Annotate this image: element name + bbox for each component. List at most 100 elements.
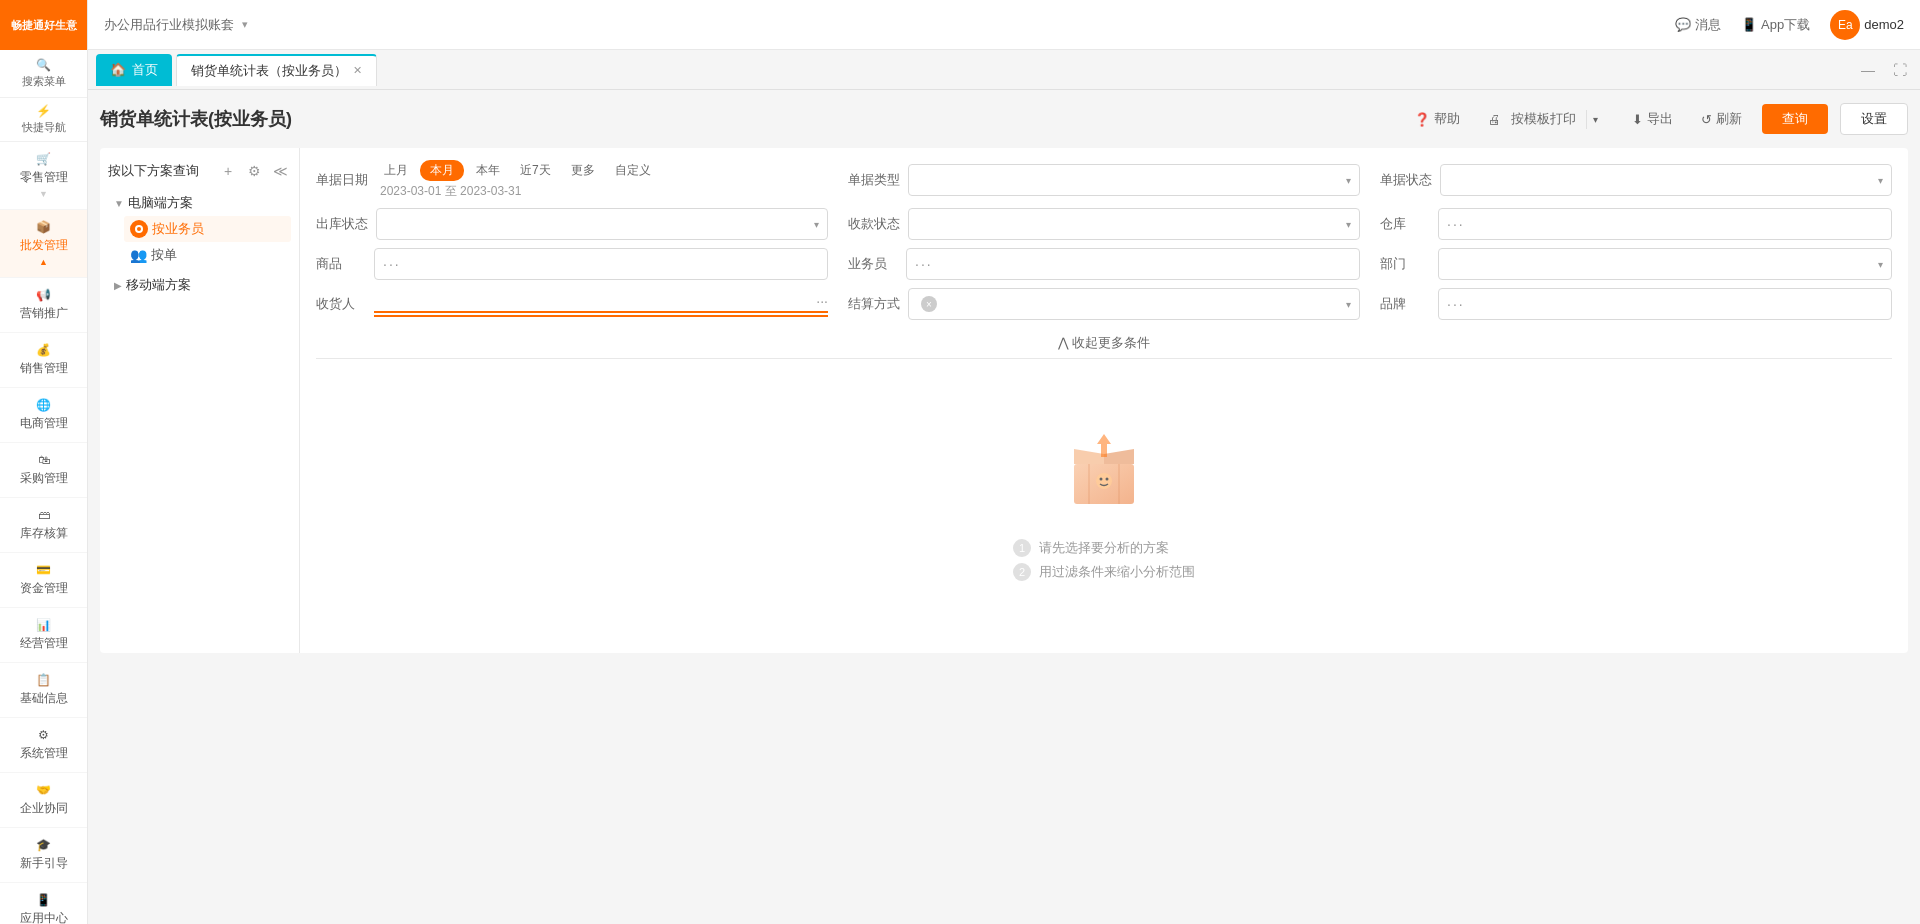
sidebar-quick-nav[interactable]: ⚡ 快捷导航 (0, 98, 87, 142)
settle-tag-close[interactable]: × (921, 296, 937, 312)
sidebar-item-app-center[interactable]: 📱 应用中心 (0, 883, 87, 924)
topbar: 办公用品行业模拟账套 ▾ 💬 消息 📱 App下载 Ea demo2 (88, 0, 1920, 50)
scheme-order[interactable]: 👥 按单 (124, 242, 291, 268)
avatar: Ea (1830, 10, 1860, 40)
message-button[interactable]: 💬 消息 (1675, 16, 1721, 34)
sidebar-item-basic-info[interactable]: 📋 基础信息 (0, 663, 87, 718)
page-actions: ❓ 帮助 🖨 按模板打印 ▾ ⬇ 导出 ↺ 刷新 查询 设置 (1406, 102, 1908, 136)
settings-button[interactable]: 设置 (1840, 103, 1908, 135)
date-tab-custom[interactable]: 自定义 (607, 160, 659, 181)
help-button[interactable]: ❓ 帮助 (1406, 106, 1468, 132)
empty-step-1: 1 请先选择要分析的方案 (1013, 539, 1195, 557)
retail-icon: 🛒 (36, 152, 51, 166)
empty-state-icon (1054, 419, 1154, 519)
date-tab-this-year[interactable]: 本年 (468, 160, 508, 181)
app-logo: 畅捷通好生意 (0, 0, 87, 50)
sidebar-item-operations[interactable]: 📊 经营管理 (0, 608, 87, 663)
out-status-control[interactable]: ▾ (376, 208, 828, 240)
purchase-icon: 🛍 (38, 453, 50, 467)
sidebar-item-ecommerce[interactable]: 🌐 电商管理 (0, 388, 87, 443)
sidebar-item-purchase[interactable]: 🛍 采购管理 (0, 443, 87, 498)
date-tabs: 上月 本月 本年 近7天 更多 自定义 (376, 160, 828, 181)
filter-panel: 单据日期 上月 本月 本年 近7天 更多 自定义 2023-03-01 至 20… (300, 148, 1908, 653)
settle-filter-row: 结算方式 × ▾ (848, 288, 1360, 320)
settle-chevron: ▾ (1346, 299, 1351, 310)
out-status-chevron: ▾ (814, 219, 819, 230)
tab-home[interactable]: 🏠 首页 (96, 54, 172, 86)
goods-filter-row: 商品 ··· (316, 248, 828, 280)
message-icon: 💬 (1675, 17, 1691, 32)
sidebar-item-enterprise[interactable]: 🤝 企业协同 (0, 773, 87, 828)
doc-type-chevron: ▾ (1346, 175, 1351, 186)
brand-control[interactable]: ··· (1438, 288, 1892, 320)
sidebar-item-finance[interactable]: 💳 资金管理 (0, 553, 87, 608)
date-tab-last-month[interactable]: 上月 (376, 160, 416, 181)
sidebar-item-wholesale[interactable]: 📦 批发管理 ▲ (0, 210, 87, 278)
query-button[interactable]: 查询 (1762, 104, 1828, 134)
warehouse-control[interactable]: ··· (1438, 208, 1892, 240)
mobile-scheme-header[interactable]: ▶ 移动端方案 (108, 272, 291, 298)
refresh-icon: ↺ (1701, 112, 1712, 127)
export-button[interactable]: ⬇ 导出 (1624, 106, 1681, 132)
scheme-salesperson[interactable]: 按业务员 (124, 216, 291, 242)
app-download-button[interactable]: 📱 App下载 (1741, 16, 1810, 34)
workspace-title: 办公用品行业模拟账套 (104, 16, 234, 34)
print-icon: 🖨 (1488, 112, 1501, 127)
doc-status-control[interactable]: ▾ (1440, 164, 1892, 196)
svg-point-5 (1096, 473, 1112, 489)
pc-scheme-children: 按业务员 👥 按单 (108, 216, 291, 268)
date-tab-7days[interactable]: 近7天 (512, 160, 559, 181)
doc-type-control[interactable]: ▾ (908, 164, 1360, 196)
operations-icon: 📊 (36, 618, 51, 632)
sidebar-item-marketing[interactable]: 📢 营销推广 (0, 278, 87, 333)
refresh-button[interactable]: ↺ 刷新 (1693, 106, 1750, 132)
collapse-conditions-button[interactable]: ⋀ 收起更多条件 (316, 328, 1892, 358)
filter-row-1: 单据日期 上月 本月 本年 近7天 更多 自定义 2023-03-01 至 20… (316, 160, 1892, 200)
goods-control[interactable]: ··· (374, 248, 828, 280)
wholesale-icon: 📦 (36, 220, 51, 234)
print-button[interactable]: 🖨 按模板打印 ▾ (1480, 102, 1612, 136)
receiver-input[interactable] (374, 292, 828, 313)
sidebar-item-system[interactable]: ⚙ 系统管理 (0, 718, 87, 773)
sidebar-item-retail[interactable]: 🛒 零售管理 ▼ (0, 142, 87, 210)
tab-close-button[interactable]: ✕ (353, 64, 362, 77)
dept-chevron: ▾ (1878, 259, 1883, 270)
dept-control[interactable]: ▾ (1438, 248, 1892, 280)
tab-sales-stat[interactable]: 销货单统计表（按业务员） ✕ (176, 54, 377, 86)
collect-status-chevron: ▾ (1346, 219, 1351, 230)
step-2-number: 2 (1013, 563, 1031, 581)
sidebar-item-inventory[interactable]: 🗃 库存核算 (0, 498, 87, 553)
collect-status-control[interactable]: ▾ (908, 208, 1360, 240)
chevron-up-icon: ▲ (39, 257, 48, 267)
scheme-settings-button[interactable]: ⚙ (243, 160, 265, 182)
tab-fullscreen-button[interactable]: ⛶ (1888, 58, 1912, 82)
sidebar-search-menu[interactable]: 🔍 搜索菜单 (0, 50, 87, 98)
date-tab-more[interactable]: 更多 (563, 160, 603, 181)
receiver-filter-row: 收货人 ··· (316, 288, 828, 320)
ecommerce-icon: 🌐 (36, 398, 51, 412)
tab-minimize-button[interactable]: — (1856, 58, 1880, 82)
date-tab-this-month[interactable]: 本月 (420, 160, 464, 181)
panel-header: 按以下方案查询 + ⚙ ≪ (108, 160, 291, 182)
topbar-left: 办公用品行业模拟账套 ▾ (104, 16, 248, 34)
doc-status-chevron: ▾ (1878, 175, 1883, 186)
page-title: 销货单统计表(按业务员) (100, 107, 292, 131)
user-menu[interactable]: Ea demo2 (1830, 10, 1904, 40)
pc-scheme-header[interactable]: ▼ 电脑端方案 (108, 190, 291, 216)
sidebar-item-guide[interactable]: 🎓 新手引导 (0, 828, 87, 883)
settle-control[interactable]: × ▾ (908, 288, 1360, 320)
collapse-panel-button[interactable]: ≪ (269, 160, 291, 182)
sidebar: 畅捷通好生意 🔍 搜索菜单 ⚡ 快捷导航 🛒 零售管理 ▼ 📦 批发管理 ▲ 📢… (0, 0, 88, 924)
add-scheme-button[interactable]: + (217, 160, 239, 182)
workspace-dropdown[interactable]: ▾ (242, 18, 248, 31)
chevron-down-icon: ▼ (114, 198, 124, 209)
date-filter-row: 单据日期 上月 本月 本年 近7天 更多 自定义 2023-03-01 至 20… (316, 160, 828, 200)
warehouse-filter-row: 仓库 ··· (1380, 208, 1892, 240)
salesperson-control[interactable]: ··· (906, 248, 1360, 280)
export-icon: ⬇ (1632, 112, 1643, 127)
people-icon: 👥 (130, 247, 147, 263)
brand-filter-row: 品牌 ··· (1380, 288, 1892, 320)
sidebar-item-sales[interactable]: 💰 销售管理 (0, 333, 87, 388)
page-header: 销货单统计表(按业务员) ❓ 帮助 🖨 按模板打印 ▾ ⬇ 导出 ↺ 刷新 (100, 102, 1908, 136)
print-dropdown-arrow[interactable]: ▾ (1586, 110, 1604, 129)
